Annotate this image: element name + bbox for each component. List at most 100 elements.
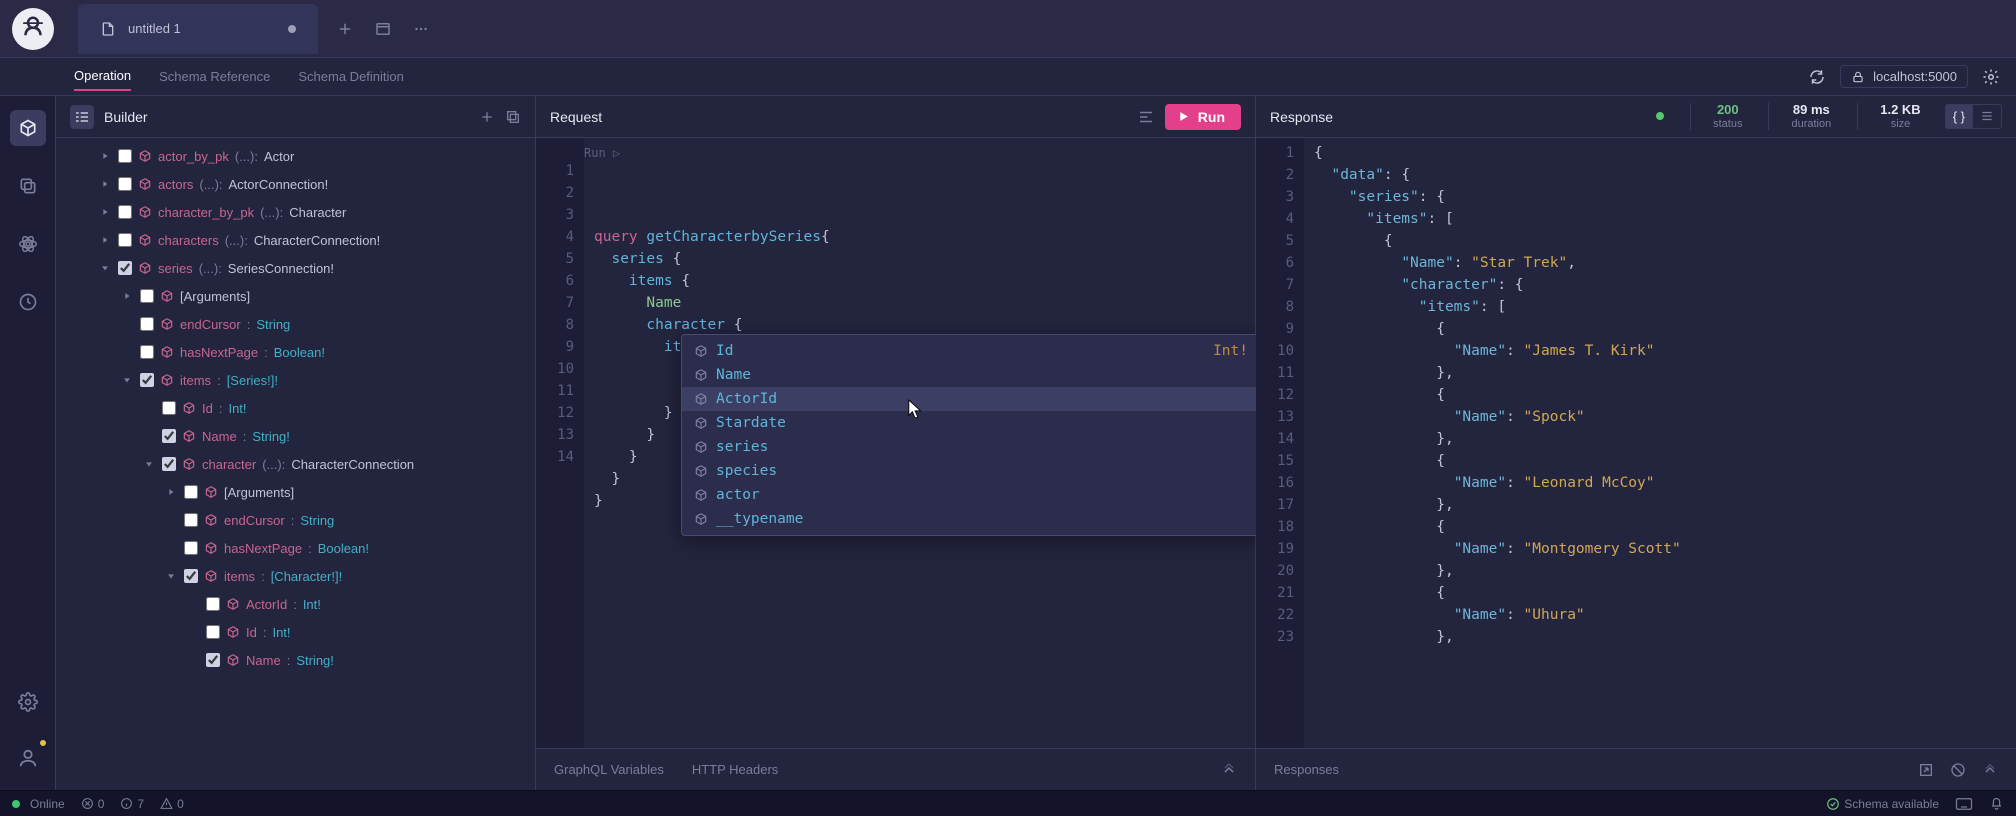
response-line[interactable]: "series": {: [1314, 186, 2016, 208]
autocomplete-item[interactable]: Stardate: [682, 411, 1260, 435]
code-line[interactable]: items {: [594, 270, 1255, 292]
tree-checkbox[interactable]: [184, 569, 198, 583]
copy-view-icon[interactable]: [10, 168, 46, 204]
response-line[interactable]: "Name": "Uhura": [1314, 604, 2016, 626]
tree-row[interactable]: Id: Int!: [56, 394, 535, 422]
tree-row[interactable]: actors(...): ActorConnection!: [56, 170, 535, 198]
response-line[interactable]: {: [1314, 318, 2016, 340]
builder-tree-icon[interactable]: [70, 105, 94, 129]
tree-row[interactable]: character(...): CharacterConnection: [56, 450, 535, 478]
collapse-up-icon[interactable]: [1221, 762, 1237, 778]
builder-view-icon[interactable]: [10, 110, 46, 146]
format-list-icon[interactable]: [1973, 105, 2001, 128]
twisty-icon[interactable]: [98, 263, 112, 273]
tree-row[interactable]: series(...): SeriesConnection!: [56, 254, 535, 282]
responses-label[interactable]: Responses: [1274, 762, 1339, 777]
tree-checkbox[interactable]: [140, 345, 154, 359]
format-json-icon[interactable]: { }: [1946, 105, 1973, 128]
tree-row[interactable]: endCursor: String: [56, 506, 535, 534]
tree-checkbox[interactable]: [118, 261, 132, 275]
autocomplete-item[interactable]: Name: [682, 363, 1260, 387]
tree-checkbox[interactable]: [162, 401, 176, 415]
refresh-icon[interactable]: [1808, 68, 1826, 86]
response-line[interactable]: "Name": "Leonard McCoy": [1314, 472, 2016, 494]
tree-row[interactable]: Name: String!: [56, 422, 535, 450]
autocomplete-item[interactable]: series: [682, 435, 1260, 459]
response-line[interactable]: "Name": "Star Trek",: [1314, 252, 2016, 274]
tree-checkbox[interactable]: [184, 541, 198, 555]
builder-detach-icon[interactable]: [505, 109, 521, 125]
editor-tab[interactable]: untitled 1: [78, 4, 318, 54]
notification-bell-icon[interactable]: [1989, 796, 2004, 811]
subtab-operation[interactable]: Operation: [74, 62, 131, 91]
builder-tree[interactable]: actor_by_pk(...): Actoractors(...): Acto…: [56, 138, 535, 790]
subtab-schema-definition[interactable]: Schema Definition: [298, 63, 404, 90]
autocomplete-item[interactable]: ActorId: [682, 387, 1260, 411]
twisty-icon[interactable]: [98, 179, 112, 189]
subtab-schema-reference[interactable]: Schema Reference: [159, 63, 270, 90]
response-line[interactable]: },: [1314, 494, 2016, 516]
twisty-icon[interactable]: [120, 375, 134, 385]
tree-row[interactable]: ActorId: Int!: [56, 590, 535, 618]
tree-row[interactable]: items: [Character!]!: [56, 562, 535, 590]
tree-checkbox[interactable]: [162, 429, 176, 443]
tree-checkbox[interactable]: [140, 373, 154, 387]
twisty-icon[interactable]: [98, 235, 112, 245]
response-line[interactable]: "Name": "Spock": [1314, 406, 2016, 428]
builder-add-icon[interactable]: [479, 109, 495, 125]
response-line[interactable]: "items": [: [1314, 208, 2016, 230]
response-line[interactable]: "data": {: [1314, 164, 2016, 186]
autocomplete-item[interactable]: species: [682, 459, 1260, 483]
response-line[interactable]: "Name": "Montgomery Scott": [1314, 538, 2016, 560]
run-hint[interactable]: Run ▷: [584, 142, 620, 164]
twisty-icon[interactable]: [142, 459, 156, 469]
atom-view-icon[interactable]: [10, 226, 46, 262]
tree-checkbox[interactable]: [206, 653, 220, 667]
tree-row[interactable]: endCursor: String: [56, 310, 535, 338]
autocomplete-popup[interactable]: IdInt!NameActorIdStardateseriesspeciesac…: [681, 334, 1261, 536]
twisty-icon[interactable]: [120, 291, 134, 301]
response-line[interactable]: },: [1314, 560, 2016, 582]
response-line[interactable]: "items": [: [1314, 296, 2016, 318]
twisty-icon[interactable]: [98, 151, 112, 161]
status-schema[interactable]: Schema available: [1826, 797, 1939, 811]
tree-checkbox[interactable]: [206, 625, 220, 639]
response-line[interactable]: "character": {: [1314, 274, 2016, 296]
cancel-icon[interactable]: [1950, 762, 1966, 778]
autocomplete-item[interactable]: __typename: [682, 507, 1260, 531]
code-line[interactable]: Name: [594, 292, 1255, 314]
tree-row[interactable]: characters(...): CharacterConnection!: [56, 226, 535, 254]
tree-row[interactable]: actor_by_pk(...): Actor: [56, 142, 535, 170]
response-line[interactable]: {: [1314, 450, 2016, 472]
response-viewer[interactable]: 1234567891011121314151617181920212223 { …: [1256, 138, 2016, 748]
tree-row[interactable]: Id: Int!: [56, 618, 535, 646]
window-icon[interactable]: [374, 20, 392, 38]
twisty-icon[interactable]: [164, 487, 178, 497]
response-format-toggle[interactable]: { }: [1945, 104, 2002, 129]
tree-checkbox[interactable]: [118, 233, 132, 247]
response-line[interactable]: {: [1314, 142, 2016, 164]
tree-checkbox[interactable]: [184, 513, 198, 527]
run-button[interactable]: Run: [1165, 104, 1241, 130]
tree-checkbox[interactable]: [184, 485, 198, 499]
response-line[interactable]: "Name": "James T. Kirk": [1314, 340, 2016, 362]
tree-row[interactable]: [Arguments]: [56, 282, 535, 310]
tree-checkbox[interactable]: [118, 177, 132, 191]
tree-row[interactable]: Name: String!: [56, 646, 535, 674]
response-line[interactable]: {: [1314, 582, 2016, 604]
settings-gear-icon[interactable]: [1982, 68, 2000, 86]
account-icon[interactable]: [10, 740, 46, 776]
tree-row[interactable]: items: [Series!]!: [56, 366, 535, 394]
twisty-icon[interactable]: [98, 207, 112, 217]
status-warnings[interactable]: 0: [160, 797, 184, 811]
tree-checkbox[interactable]: [118, 149, 132, 163]
host-chip[interactable]: localhost:5000: [1840, 65, 1968, 88]
code-line[interactable]: series {: [594, 248, 1255, 270]
collapse-up-icon[interactable]: [1982, 762, 1998, 778]
status-errors[interactable]: 0: [81, 797, 105, 811]
response-line[interactable]: },: [1314, 428, 2016, 450]
tree-checkbox[interactable]: [140, 289, 154, 303]
tree-checkbox[interactable]: [162, 457, 176, 471]
autocomplete-item[interactable]: actor: [682, 483, 1260, 507]
format-icon[interactable]: [1137, 108, 1155, 126]
